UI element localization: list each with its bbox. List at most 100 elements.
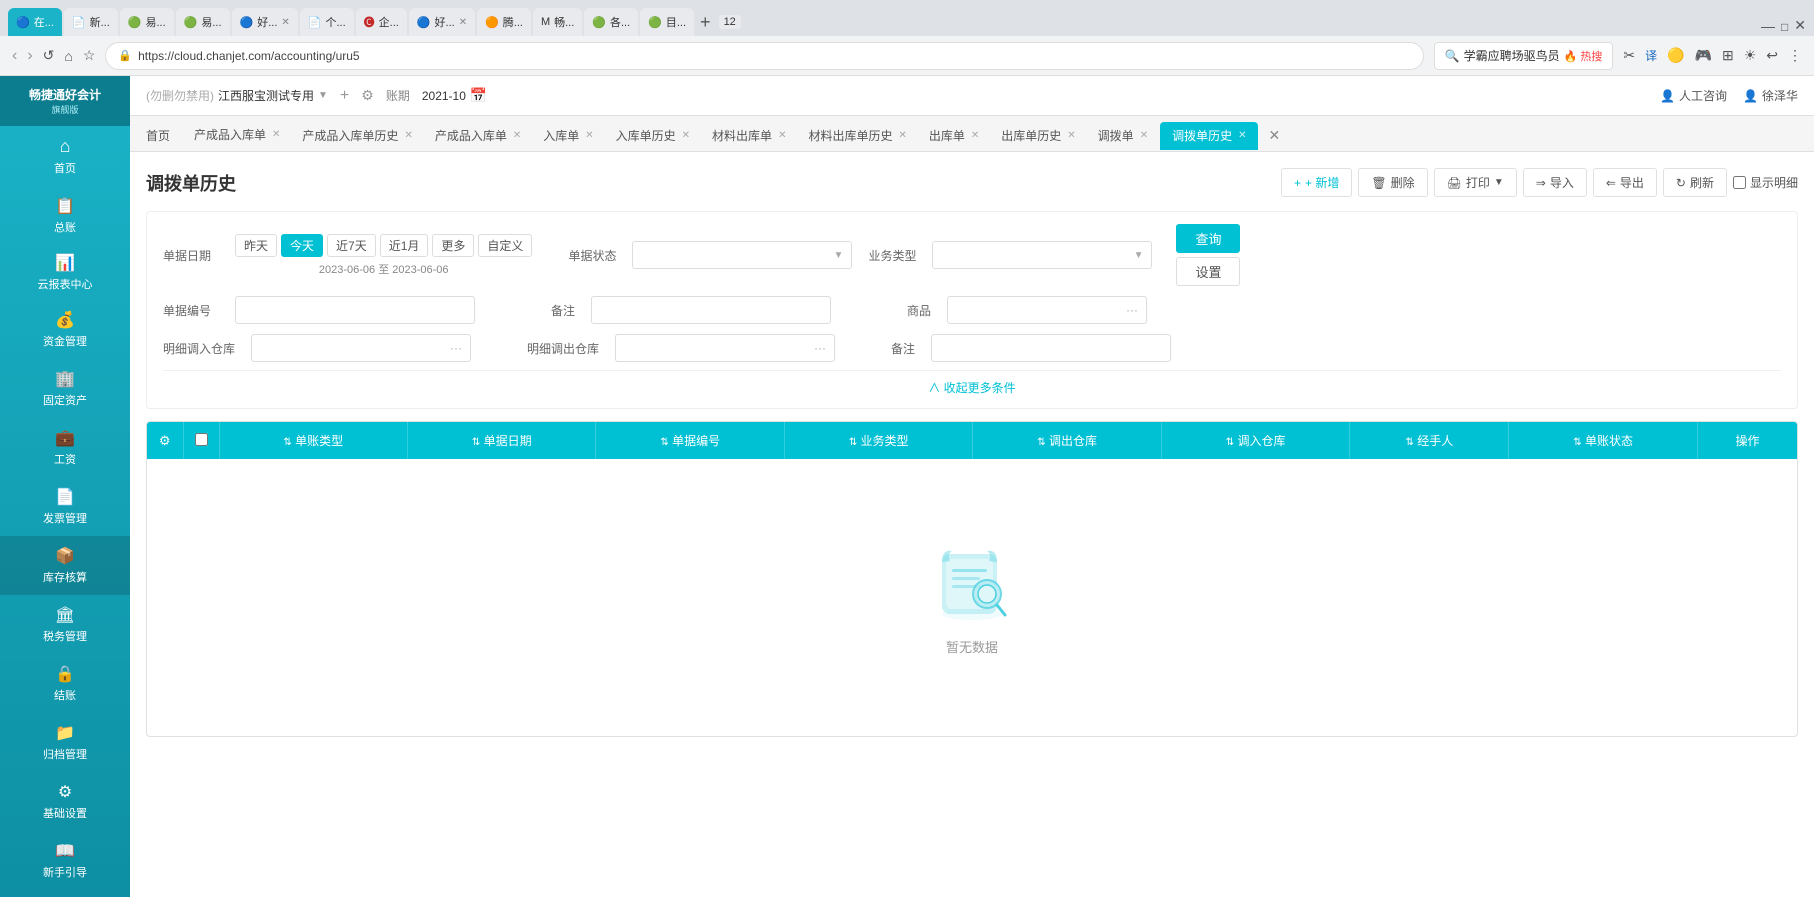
browser-tab-1[interactable]: 🔵 在... <box>8 8 62 36</box>
reload-btn[interactable]: ↺ <box>43 47 55 64</box>
import-btn[interactable]: ⇒ 导入 <box>1523 168 1587 197</box>
tab-transfer[interactable]: 调拨单 ✕ <box>1088 122 1158 150</box>
tab-material-out[interactable]: 材料出库单 ✕ <box>702 122 796 150</box>
tab-close-product-in-history[interactable]: ✕ <box>404 130 412 141</box>
minimize-btn[interactable]: — <box>1761 18 1775 34</box>
tab-close-warehouse-in[interactable]: ✕ <box>585 130 593 141</box>
maximize-btn[interactable]: □ <box>1781 20 1788 34</box>
tab-close-transfer-history[interactable]: ✕ <box>1238 130 1246 141</box>
tab-close-product-in[interactable]: ✕ <box>272 129 280 140</box>
tab-product-in-history[interactable]: 产成品入库单历史 ✕ <box>292 122 422 150</box>
col-handler[interactable]: ⇅ 经手人 <box>1350 422 1509 459</box>
close-window-btn[interactable]: ✕ <box>1794 17 1806 34</box>
browser-tab-8[interactable]: 🔵 好... ✕ <box>409 8 475 36</box>
detail-in-select[interactable]: ··· <box>251 334 471 362</box>
browser-tab-3[interactable]: 🟢 易... <box>120 8 174 36</box>
date-more-btn[interactable]: 更多 <box>432 234 474 257</box>
biz-type-select[interactable]: ▼ <box>932 241 1152 269</box>
browser-tab-6[interactable]: 📄 个... <box>300 8 354 36</box>
extension-2-icon[interactable]: 🎮 <box>1695 47 1712 64</box>
col-out-warehouse[interactable]: ⇅ 调出仓库 <box>973 422 1161 459</box>
browser-tab-7[interactable]: 🅒 企... <box>356 8 407 36</box>
back-btn[interactable]: ‹ <box>12 47 17 65</box>
tab-close-out[interactable]: ✕ <box>971 130 979 141</box>
col-checkbox[interactable] <box>183 422 219 459</box>
select-all-checkbox[interactable] <box>195 433 208 446</box>
browser-tab-5[interactable]: 🔵 好... ✕ <box>232 8 298 36</box>
export-btn[interactable]: ⇐ 导出 <box>1593 168 1657 197</box>
tab-out[interactable]: 出库单 ✕ <box>919 122 989 150</box>
tab-out-history[interactable]: 出库单历史 ✕ <box>991 122 1085 150</box>
sidebar-item-settings[interactable]: ⚙ 基础设置 <box>0 772 130 831</box>
new-tab-btn[interactable]: + <box>700 8 711 36</box>
home-btn[interactable]: ⌂ <box>64 48 72 64</box>
sidebar-item-guide[interactable]: 📖 新手引导 <box>0 831 130 890</box>
period-selector[interactable]: 2021-10 📅 <box>422 87 487 104</box>
refresh-btn[interactable]: ↻ 刷新 <box>1663 168 1727 197</box>
sidebar-item-fixed-assets[interactable]: 🏢 固定资产 <box>0 359 130 418</box>
date-yesterday-btn[interactable]: 昨天 <box>235 234 277 257</box>
col-biz-type[interactable]: ⇅ 业务类型 <box>784 422 972 459</box>
col-gear[interactable]: ⚙ <box>147 422 183 459</box>
collapse-btn[interactable]: ∧ 收起更多条件 <box>928 379 1015 396</box>
sidebar-item-home[interactable]: ⌂ 首页 <box>0 126 130 186</box>
extension-1-icon[interactable]: 🟡 <box>1667 47 1684 64</box>
grid-icon[interactable]: ⊞ <box>1722 47 1734 64</box>
tab-close-material-out[interactable]: ✕ <box>778 130 786 141</box>
sidebar-item-close[interactable]: 🔒 结账 <box>0 654 130 713</box>
status-select[interactable]: ▼ <box>632 241 852 269</box>
sidebar-item-member[interactable]: ✓ 畅会员 <box>0 890 130 897</box>
col-doc-number[interactable]: ⇅ 单据编号 <box>596 422 784 459</box>
date-today-btn[interactable]: 今天 <box>281 234 323 257</box>
sidebar-item-reports[interactable]: 📊 云报表中心 <box>0 245 130 300</box>
tab-close-out-history[interactable]: ✕ <box>1067 130 1075 141</box>
search-bar[interactable]: 🔍 学霸应聘场驱鸟员 🔥 热搜 <box>1434 42 1614 70</box>
translate-icon[interactable]: 译 <box>1645 47 1657 64</box>
doc-number-input[interactable] <box>235 296 475 324</box>
browser-tab-2[interactable]: 📄 新... <box>64 8 118 36</box>
sidebar-item-inventory[interactable]: 📦 库存核算 <box>0 536 130 595</box>
show-columns-checkbox[interactable] <box>1733 176 1746 189</box>
sidebar-item-assets-mgmt[interactable]: 💰 资金管理 <box>0 300 130 359</box>
tools-icon[interactable]: ✂ <box>1623 47 1635 64</box>
star-btn[interactable]: ☆ <box>83 47 96 64</box>
sidebar-item-ledger[interactable]: 📋 总账 <box>0 186 130 245</box>
tab-close-product-in2[interactable]: ✕ <box>513 130 521 141</box>
print-btn[interactable]: 🖨 打印 ▼ <box>1434 168 1517 197</box>
goods-select[interactable]: ··· <box>947 296 1147 324</box>
tab-close-8[interactable]: ✕ <box>459 17 467 28</box>
tab-material-out-history[interactable]: 材料出库单历史 ✕ <box>798 122 916 150</box>
date-1month-btn[interactable]: 近1月 <box>380 234 429 257</box>
add-company-btn[interactable]: + <box>340 87 349 105</box>
add-btn[interactable]: + + 新增 <box>1281 168 1352 197</box>
show-columns-toggle[interactable]: 显示明细 <box>1733 174 1798 191</box>
tab-warehouse-in[interactable]: 入库单 ✕ <box>533 122 603 150</box>
browser-tab-11[interactable]: 🟢 各... <box>584 8 638 36</box>
tab-close-transfer[interactable]: ✕ <box>1140 130 1148 141</box>
forward-btn[interactable]: › <box>27 47 32 65</box>
tab-warehouse-in-history[interactable]: 入库单历史 ✕ <box>606 122 700 150</box>
tab-close-5[interactable]: ✕ <box>281 17 289 28</box>
detail-out-select[interactable]: ··· <box>615 334 835 362</box>
col-doc-date[interactable]: ⇅ 单据日期 <box>407 422 595 459</box>
close-all-tabs-btn[interactable]: ✕ <box>1264 127 1284 144</box>
settings-gear-icon[interactable]: ⚙ <box>361 87 374 104</box>
date-custom-btn[interactable]: 自定义 <box>478 234 532 257</box>
company-selector[interactable]: (勿删勿禁用) 江西服宝测试专用 ▼ <box>146 87 328 104</box>
tab-transfer-history[interactable]: 调拨单历史 ✕ <box>1160 122 1258 150</box>
tab-product-in[interactable]: 产成品入库单 ✕ <box>184 122 290 150</box>
delete-btn[interactable]: 🗑 删除 <box>1358 168 1427 197</box>
sidebar-item-tax[interactable]: 🏛 税务管理 <box>0 595 130 654</box>
col-doc-type[interactable]: ⇅ 单账类型 <box>219 422 407 459</box>
browser-tab-4[interactable]: 🟢 易... <box>176 8 230 36</box>
note-input[interactable] <box>591 296 831 324</box>
tab-home[interactable]: 首页 <box>134 122 182 150</box>
sidebar-item-archive[interactable]: 📁 归档管理 <box>0 713 130 772</box>
address-bar[interactable]: 🔒 https://cloud.chanjet.com/accounting/u… <box>105 42 1423 70</box>
menu-icon[interactable]: ⋮ <box>1788 47 1802 64</box>
tab-close-material-out-history[interactable]: ✕ <box>898 130 906 141</box>
undo-icon[interactable]: ↩ <box>1766 47 1778 64</box>
col-in-warehouse[interactable]: ⇅ 调入仓库 <box>1161 422 1349 459</box>
sidebar-item-invoice[interactable]: 📄 发票管理 <box>0 477 130 536</box>
date-7days-btn[interactable]: 近7天 <box>327 234 376 257</box>
